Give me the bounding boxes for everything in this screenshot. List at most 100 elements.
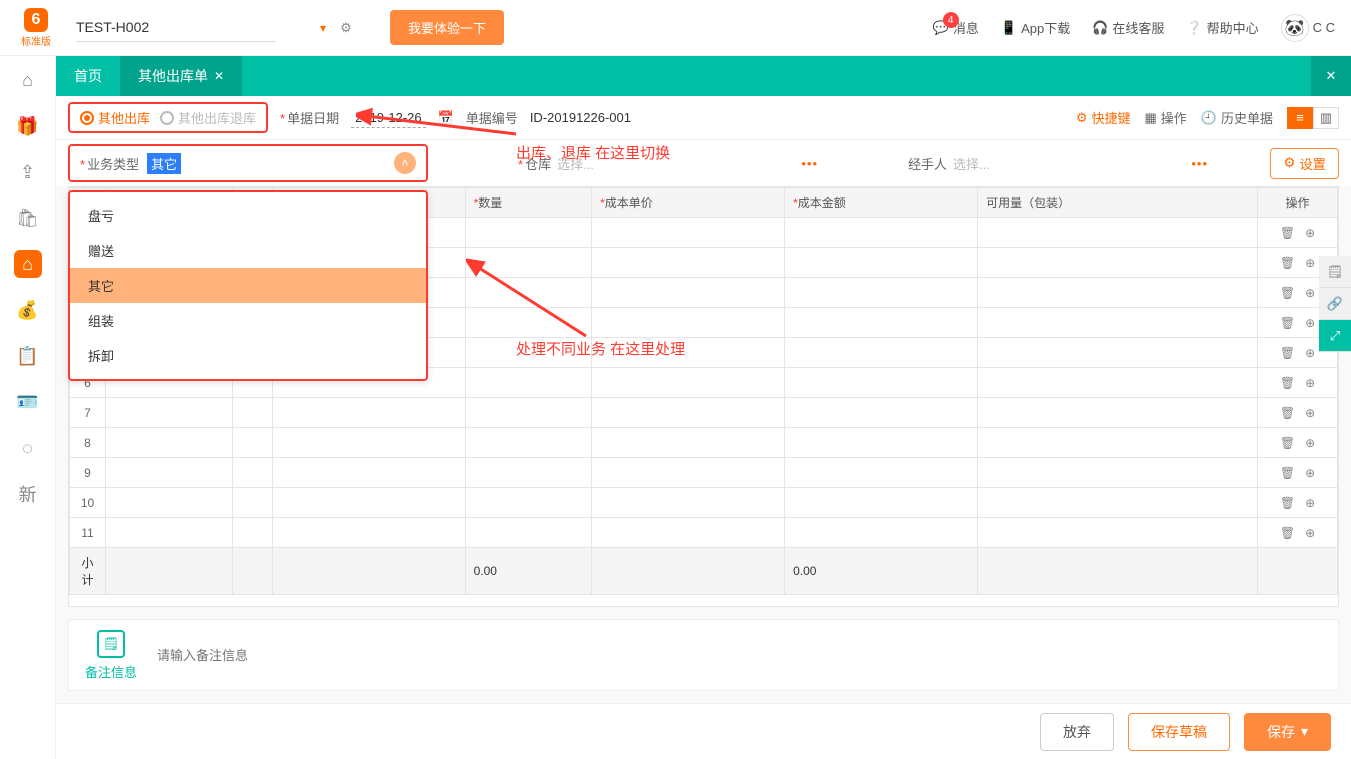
table-row[interactable]: 7 🗑 ⊕: [70, 398, 1338, 428]
messages-link[interactable]: 💬 消息 4: [933, 18, 979, 37]
handler-field[interactable]: 经手人 选择... •••: [908, 154, 1208, 173]
delete-icon[interactable]: 🗑: [1280, 496, 1295, 510]
help-link[interactable]: ❔ 帮助中心: [1186, 18, 1258, 37]
add-row-icon[interactable]: ⊕: [1305, 526, 1315, 540]
nav-money-icon[interactable]: 💰: [14, 296, 42, 324]
biz-type-dropdown: 盘亏赠送其它组装拆卸: [68, 190, 428, 381]
add-row-icon[interactable]: ⊕: [1305, 376, 1315, 390]
nav-home-icon[interactable]: ⌂: [14, 66, 42, 94]
view-card-icon[interactable]: ▥: [1313, 107, 1339, 129]
delete-icon[interactable]: 🗑: [1280, 376, 1295, 390]
customer-service-link[interactable]: 🎧 在线客服: [1092, 18, 1164, 37]
nav-warehouse-icon[interactable]: ⌂: [14, 250, 42, 278]
float-expand-icon[interactable]: ⤢: [1319, 320, 1351, 352]
gear-icon[interactable]: ⚙: [332, 14, 360, 42]
tab-home-label: 首页: [74, 66, 102, 86]
add-row-icon[interactable]: ⊕: [1305, 406, 1315, 420]
nav-id-icon[interactable]: 🪪: [14, 388, 42, 416]
add-row-icon[interactable]: ⊕: [1305, 466, 1315, 480]
row-index: 7: [70, 398, 106, 428]
user-menu[interactable]: 🐼 C C: [1281, 14, 1335, 42]
clock-icon: 🕘: [1201, 110, 1217, 126]
delete-icon[interactable]: 🗑: [1280, 316, 1295, 330]
nav-upload-icon[interactable]: ⇪: [14, 158, 42, 186]
delete-icon[interactable]: 🗑: [1280, 526, 1295, 540]
delete-icon[interactable]: 🗑: [1280, 256, 1295, 270]
delete-icon[interactable]: 🗑: [1280, 286, 1295, 300]
add-row-icon[interactable]: ⊕: [1305, 316, 1315, 330]
save-button[interactable]: 保存▾: [1244, 713, 1331, 751]
docno-value: ID-20191226-001: [530, 110, 631, 125]
table-row[interactable]: 9 🗑 ⊕: [70, 458, 1338, 488]
nav-cycle-icon[interactable]: ◌: [14, 434, 42, 462]
add-row-icon[interactable]: ⊕: [1305, 436, 1315, 450]
settings-button[interactable]: ⚙设置: [1270, 148, 1339, 179]
footer: 放弃 保存草稿 保存▾: [56, 703, 1351, 759]
nav-bag-icon[interactable]: 🛍: [14, 204, 42, 232]
delete-icon[interactable]: 🗑: [1280, 346, 1295, 360]
radio-outbound-return-label: 其他出库退库: [178, 108, 256, 127]
remark-input[interactable]: [157, 648, 1322, 663]
table-row[interactable]: 10 🗑 ⊕: [70, 488, 1338, 518]
float-note-icon[interactable]: 🗒: [1319, 256, 1351, 288]
app-download-link[interactable]: 📱 App下载: [1001, 18, 1070, 37]
float-link-icon[interactable]: 🔗: [1319, 288, 1351, 320]
view-list-icon[interactable]: ≡: [1287, 107, 1313, 129]
more-icon[interactable]: •••: [1191, 156, 1208, 171]
avatar: 🐼: [1281, 14, 1309, 42]
delete-icon[interactable]: 🗑: [1280, 406, 1295, 420]
shortcut-link[interactable]: ⚙快捷键: [1076, 108, 1131, 127]
warehouse-field[interactable]: *仓库 选择... •••: [518, 154, 818, 173]
dropdown-item[interactable]: 盘亏: [70, 198, 426, 233]
save-draft-button[interactable]: 保存草稿: [1128, 713, 1230, 751]
add-row-icon[interactable]: ⊕: [1305, 286, 1315, 300]
row-index: 9: [70, 458, 106, 488]
chevron-down-icon: ▾: [1301, 723, 1308, 740]
date-value[interactable]: 2019-12-26: [351, 108, 426, 128]
chevron-up-icon[interactable]: ˄: [394, 152, 416, 174]
table-row[interactable]: 8 🗑⊕: [70, 428, 1338, 458]
add-row-icon[interactable]: ⊕: [1305, 496, 1315, 510]
dropdown-item[interactable]: 赠送: [70, 233, 426, 268]
note-icon: 🗒: [97, 630, 125, 658]
biz-type-label: *业务类型: [80, 154, 139, 173]
tab-other-outbound[interactable]: 其他出库单 ✕: [120, 56, 242, 96]
col-avail-pack: 可用量（包装）: [978, 188, 1258, 218]
delete-icon[interactable]: 🗑: [1280, 436, 1295, 450]
phone-icon: 📱: [1001, 20, 1017, 36]
tabs-bar: 首页 其他出库单 ✕ ✕: [56, 56, 1351, 96]
calendar-icon[interactable]: 📅: [438, 110, 454, 126]
close-icon[interactable]: ✕: [214, 69, 224, 83]
org-input[interactable]: [76, 13, 276, 42]
add-row-icon[interactable]: ⊕: [1305, 346, 1315, 360]
history-link[interactable]: 🕘历史单据: [1201, 108, 1273, 127]
warehouse-placeholder: 选择...: [557, 154, 594, 173]
add-row-icon[interactable]: ⊕: [1305, 226, 1315, 240]
biz-type-selector[interactable]: *业务类型 其它 ˄ 盘亏赠送其它组装拆卸: [68, 144, 428, 182]
nav-new-icon[interactable]: 新: [14, 480, 42, 508]
tab-other-outbound-label: 其他出库单: [138, 66, 208, 86]
top-header: 6 标准版 ▾ ⚙ 我要体验一下 💬 消息 4 📱 App下载 🎧 在线客服 ❔…: [0, 0, 1351, 56]
discard-button[interactable]: 放弃: [1040, 713, 1114, 751]
row-index: 10: [70, 488, 106, 518]
org-selector[interactable]: ▾: [76, 13, 326, 42]
try-button[interactable]: 我要体验一下: [390, 10, 504, 45]
dropdown-item[interactable]: 其它: [70, 268, 426, 303]
nav-gift-icon[interactable]: 🎁: [14, 112, 42, 140]
operate-link[interactable]: ▦操作: [1144, 108, 1186, 127]
add-row-icon[interactable]: ⊕: [1305, 256, 1315, 270]
nav-clipboard-icon[interactable]: 📋: [14, 342, 42, 370]
tabs-close-all[interactable]: ✕: [1311, 56, 1351, 96]
tab-home[interactable]: 首页: [56, 56, 120, 96]
radio-outbound-return[interactable]: 其他出库退库: [160, 108, 256, 127]
radio-outbound[interactable]: 其他出库: [80, 108, 150, 127]
delete-icon[interactable]: 🗑: [1280, 466, 1295, 480]
chevron-down-icon: ▾: [320, 21, 326, 35]
more-icon[interactable]: •••: [801, 156, 818, 171]
table-row[interactable]: 11 🗑⊕: [70, 518, 1338, 548]
delete-icon[interactable]: 🗑: [1280, 226, 1295, 240]
radio-dot-icon: [80, 111, 94, 125]
dropdown-item[interactable]: 拆卸: [70, 338, 426, 373]
radio-dot-icon: [160, 111, 174, 125]
dropdown-item[interactable]: 组装: [70, 303, 426, 338]
